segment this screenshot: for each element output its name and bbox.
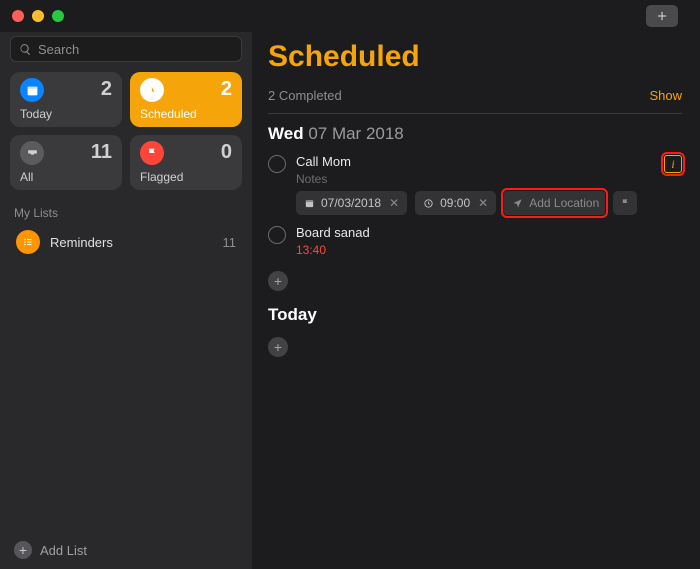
date-value: 07/03/2018	[321, 196, 381, 210]
calendar-today-icon	[20, 78, 44, 102]
close-window[interactable]	[12, 10, 24, 22]
calendar-icon	[304, 198, 315, 209]
reminder-title[interactable]: Call Mom	[296, 154, 654, 169]
today-count: 2	[101, 78, 112, 101]
location-arrow-icon	[512, 198, 523, 209]
page-title: Scheduled	[268, 40, 682, 74]
section-heading-day: Wed	[268, 124, 304, 143]
completed-text: 2 Completed	[268, 88, 342, 103]
location-placeholder: Add Location	[529, 196, 599, 210]
show-completed-button[interactable]: Show	[649, 88, 682, 103]
list-item-reminders[interactable]: Reminders 11	[10, 226, 242, 258]
add-list-label: Add List	[40, 543, 87, 558]
add-list-button[interactable]: + Add List	[10, 531, 242, 569]
reminder-due-time: 13:40	[296, 243, 682, 257]
reminder-title[interactable]: Board sanad	[296, 225, 682, 240]
all-label: All	[20, 170, 112, 184]
flag-icon	[140, 141, 164, 165]
section-heading-date: 07 Mar 2018	[308, 124, 403, 143]
add-reminder-inline-button[interactable]: +	[268, 271, 288, 291]
reminder-checkbox[interactable]	[268, 226, 286, 244]
flagged-label: Flagged	[140, 170, 232, 184]
section-heading-today: Today	[268, 305, 682, 325]
list-count: 11	[223, 235, 237, 250]
fullscreen-window[interactable]	[52, 10, 64, 22]
search-placeholder: Search	[38, 42, 79, 57]
smartlist-all[interactable]: 11 All	[10, 135, 122, 190]
add-location-button[interactable]: Add Location	[504, 191, 605, 215]
flagged-count: 0	[221, 141, 232, 164]
smartlist-scheduled[interactable]: 2 Scheduled	[130, 72, 242, 127]
plus-circle-icon: +	[14, 541, 32, 559]
clear-time-button[interactable]: ✕	[476, 196, 490, 210]
time-icon	[423, 198, 434, 209]
reminder-time-field[interactable]: 09:00 ✕	[415, 191, 496, 215]
reminder-date-field[interactable]: 07/03/2018 ✕	[296, 191, 407, 215]
add-reminder-button[interactable]	[646, 5, 678, 27]
search-input[interactable]: Search	[10, 36, 242, 62]
reminder-item: Call Mom Notes 07/03/2018 ✕ 09:00 ✕	[268, 152, 682, 223]
reminder-info-button[interactable]: i	[664, 155, 682, 173]
flag-outline-icon	[620, 198, 631, 209]
clear-date-button[interactable]: ✕	[387, 196, 401, 210]
minimize-window[interactable]	[32, 10, 44, 22]
scheduled-label: Scheduled	[140, 107, 232, 121]
time-value: 09:00	[440, 196, 470, 210]
reminder-checkbox[interactable]	[268, 155, 286, 173]
clock-icon	[140, 78, 164, 102]
list-bullet-icon	[16, 230, 40, 254]
list-name: Reminders	[50, 235, 213, 250]
reminder-notes-field[interactable]: Notes	[296, 172, 654, 186]
today-label: Today	[20, 107, 112, 121]
tray-icon	[20, 141, 44, 165]
smartlist-today[interactable]: 2 Today	[10, 72, 122, 127]
scheduled-count: 2	[221, 78, 232, 101]
search-icon	[19, 43, 32, 56]
reminder-item: Board sanad 13:40	[268, 223, 682, 265]
mylists-header: My Lists	[14, 206, 238, 220]
add-reminder-inline-button[interactable]: +	[268, 337, 288, 357]
all-count: 11	[91, 141, 112, 164]
smartlist-flagged[interactable]: 0 Flagged	[130, 135, 242, 190]
flag-toggle[interactable]	[613, 191, 637, 215]
